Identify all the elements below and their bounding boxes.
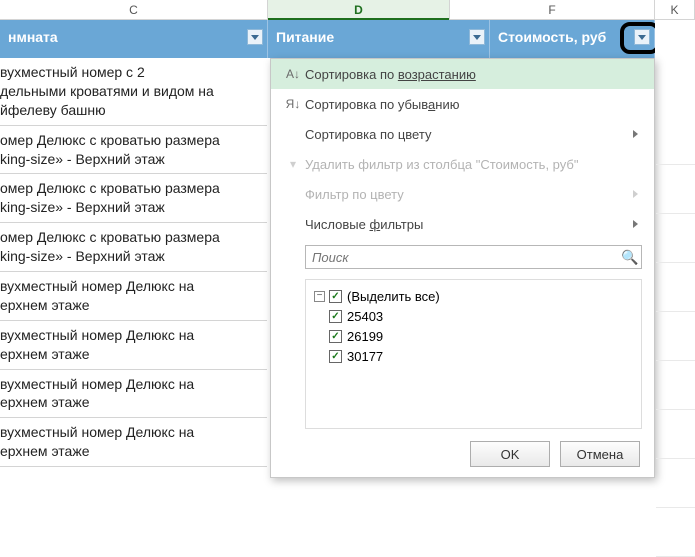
menu-sort-ascending[interactable]: А↓ Сортировка по возрастанию	[271, 59, 654, 89]
column-letter-row: C D F K	[0, 0, 695, 20]
table-row[interactable]: вухместный номер с 2дельными кроватями и…	[0, 58, 267, 126]
header-room: нмната	[0, 20, 268, 58]
table-row[interactable]: омер Делюкс с кроватью размераking-size»…	[0, 223, 267, 272]
search-box: 🔍	[305, 245, 642, 269]
menu-filter-by-color-label: Фильтр по цвету	[305, 187, 633, 202]
sort-asc-icon: А↓	[281, 67, 305, 81]
table-row[interactable]: вухместный номер Делюкс наерхнем этаже	[0, 272, 267, 321]
menu-number-filters[interactable]: Числовые фильтры	[271, 209, 654, 239]
tree-select-all-label: (Выделить все)	[347, 289, 440, 304]
search-wrap: 🔍	[271, 239, 654, 273]
ok-button[interactable]: OK	[470, 441, 550, 467]
grid-right	[655, 116, 695, 467]
menu-sort-by-color-label: Сортировка по цвету	[305, 127, 633, 142]
tree-values-container: ✓ 25403 ✓ 26199 ✓ 30177	[314, 306, 633, 366]
button-row: OK Отмена	[271, 435, 654, 467]
filter-values-tree: − ✓ (Выделить все) ✓ 25403 ✓ 26199 ✓ 30177	[305, 279, 642, 429]
column-letter-k[interactable]: K	[655, 0, 695, 19]
column-letter-d[interactable]: D	[268, 0, 450, 19]
header-empty	[655, 20, 695, 58]
table-row[interactable]: вухместный номер Делюкс наерхнем этаже	[0, 370, 267, 419]
menu-sort-descending-label: Сортировка по убыванию	[305, 97, 644, 112]
tree-value-label: 26199	[347, 329, 383, 344]
header-meal-label: Питание	[276, 29, 334, 45]
tree-value-label: 25403	[347, 309, 383, 324]
header-room-label: нмната	[8, 29, 58, 45]
table-row[interactable]: омер Делюкс с кроватью размераking-size»…	[0, 126, 267, 175]
tree-value-item[interactable]: ✓ 30177	[314, 346, 633, 366]
search-icon: 🔍	[619, 249, 641, 266]
menu-clear-filter: ▾ Удалить фильтр из столбца "Стоимость, …	[271, 149, 654, 179]
header-price: Стоимость, руб	[490, 20, 655, 58]
header-meal: Питание	[268, 20, 490, 58]
column-letter-c[interactable]: C	[0, 0, 268, 19]
clear-filter-icon: ▾	[281, 157, 305, 171]
tree-select-all[interactable]: − ✓ (Выделить все)	[314, 286, 633, 306]
cancel-button[interactable]: Отмена	[560, 441, 640, 467]
table-row[interactable]: вухместный номер Делюкс наерхнем этаже	[0, 321, 267, 370]
autofilter-panel: А↓ Сортировка по возрастанию Я↓ Сортиров…	[270, 58, 655, 478]
menu-sort-descending[interactable]: Я↓ Сортировка по убыванию	[271, 89, 654, 119]
menu-clear-filter-label: Удалить фильтр из столбца "Стоимость, ру…	[305, 157, 644, 172]
header-price-label: Стоимость, руб	[498, 29, 606, 45]
column-letter-f[interactable]: F	[450, 0, 655, 19]
filter-dropdown-room[interactable]	[247, 29, 263, 45]
table-header-row: нмната Питание Стоимость, руб	[0, 20, 695, 58]
menu-filter-by-color: Фильтр по цвету	[271, 179, 654, 209]
sort-desc-icon: Я↓	[281, 97, 305, 111]
filter-dropdown-price[interactable]	[634, 29, 650, 45]
submenu-arrow-icon	[633, 220, 638, 228]
menu-number-filters-label: Числовые фильтры	[305, 217, 633, 232]
filter-search-input[interactable]	[306, 250, 619, 265]
checkbox-icon[interactable]: ✓	[329, 290, 342, 303]
table-row[interactable]: омер Делюкс с кроватью размераking-size»…	[0, 174, 267, 223]
tree-collapse-icon[interactable]: −	[314, 291, 325, 302]
tree-value-item[interactable]: ✓ 26199	[314, 326, 633, 346]
tree-value-item[interactable]: ✓ 25403	[314, 306, 633, 326]
checkbox-icon[interactable]: ✓	[329, 310, 342, 323]
checkbox-icon[interactable]: ✓	[329, 350, 342, 363]
data-area: вухместный номер с 2дельными кроватями и…	[0, 58, 695, 467]
submenu-arrow-icon	[633, 190, 638, 198]
checkbox-icon[interactable]: ✓	[329, 330, 342, 343]
table-row[interactable]: вухместный номер Делюкс наерхнем этаже	[0, 418, 267, 467]
filter-dropdown-meal[interactable]	[469, 29, 485, 45]
menu-sort-ascending-label: Сортировка по возрастанию	[305, 67, 644, 82]
menu-sort-by-color[interactable]: Сортировка по цвету	[271, 119, 654, 149]
tree-value-label: 30177	[347, 349, 383, 364]
submenu-arrow-icon	[633, 130, 638, 138]
